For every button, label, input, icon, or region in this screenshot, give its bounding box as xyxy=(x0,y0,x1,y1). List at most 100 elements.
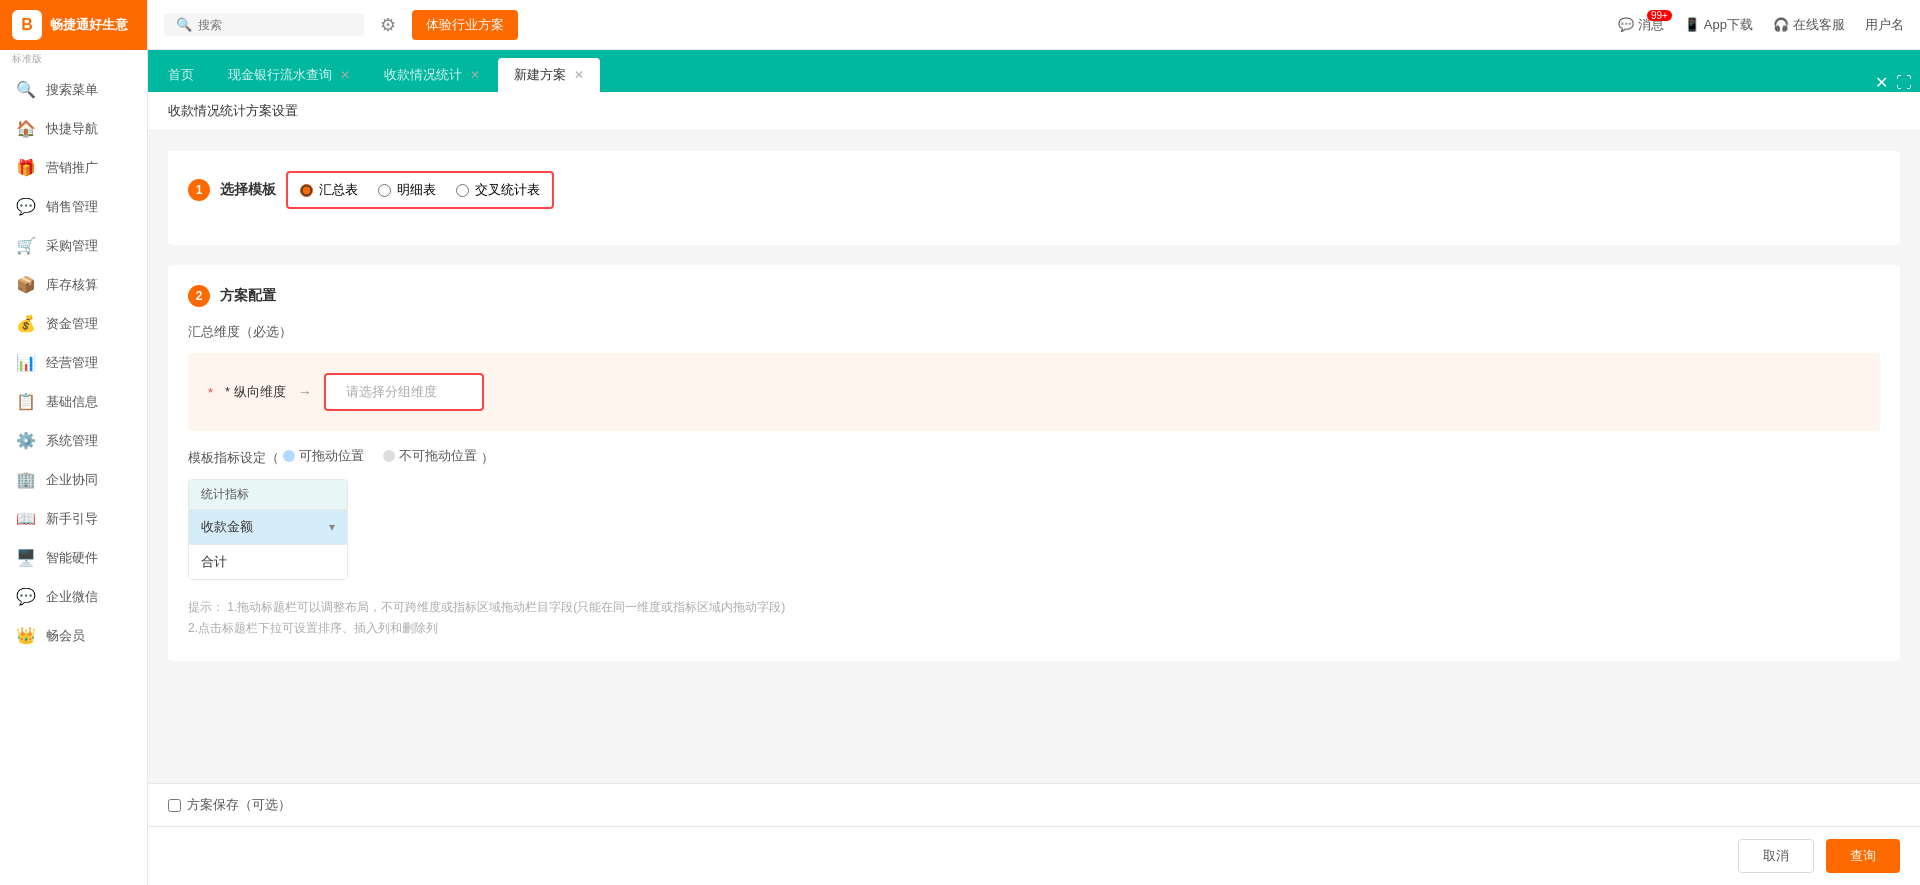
metrics-total: 合计 xyxy=(189,545,347,579)
message-badge: 99+ xyxy=(1647,10,1672,21)
search-input[interactable] xyxy=(198,18,338,32)
search-icon: 🔍 xyxy=(176,17,192,32)
metrics-label: 模板指标设定（ 可拖动位置 不可拖动位置 ） xyxy=(188,447,1880,467)
step2-card: 2 方案配置 汇总维度（必选） * * 纵向维度 → 请选择分组维度 xyxy=(168,265,1900,661)
template-options: 汇总表 明细表 交叉统计表 xyxy=(286,171,554,209)
sidebar-item-purchase[interactable]: 🛒 采购管理 xyxy=(0,226,147,265)
page-header: 收款情况统计方案设置 xyxy=(148,92,1920,131)
save-option[interactable]: 方案保存（可选） xyxy=(168,796,291,814)
crown-icon: 👑 xyxy=(16,626,36,645)
radio-cross[interactable]: 交叉统计表 xyxy=(456,181,540,199)
tab-collection[interactable]: 收款情况统计 ✕ xyxy=(368,58,496,92)
settings-icon[interactable]: ⚙ xyxy=(380,14,396,36)
non-draggable-legend: 不可拖动位置 xyxy=(383,447,477,465)
sidebar-item-basics[interactable]: 📋 基础信息 xyxy=(0,382,147,421)
tab-home[interactable]: 首页 xyxy=(152,58,210,92)
message-badge-wrap[interactable]: 💬 消息 99+ xyxy=(1618,16,1664,34)
sidebar-item-marketing[interactable]: 🎁 营销推广 xyxy=(0,148,147,187)
step2-num: 2 xyxy=(188,285,210,307)
radio-summary-label: 汇总表 xyxy=(319,181,358,199)
sidebar-item-weixin[interactable]: 💬 企业微信 xyxy=(0,577,147,616)
search-icon: 🔍 xyxy=(16,80,36,99)
book-icon: 📖 xyxy=(16,509,36,528)
dimension-placeholder: 请选择分组维度 xyxy=(346,384,437,399)
app-download-label: App下载 xyxy=(1704,16,1753,34)
tab-collection-close-icon[interactable]: ✕ xyxy=(470,68,480,82)
sidebar-item-search[interactable]: 🔍 搜索菜单 xyxy=(0,70,147,109)
app-download-wrap[interactable]: 📱 App下载 xyxy=(1684,16,1753,34)
monitor-icon: 🖥️ xyxy=(16,548,36,567)
tab-bank-close-icon[interactable]: ✕ xyxy=(340,68,350,82)
sidebar-item-label: 营销推广 xyxy=(46,159,98,177)
box-icon: 📦 xyxy=(16,275,36,294)
close-window-icon[interactable]: ✕ xyxy=(1875,73,1888,92)
step2-header: 2 方案配置 xyxy=(188,285,1880,307)
sidebar-item-hardware[interactable]: 🖥️ 智能硬件 xyxy=(0,538,147,577)
sidebar-item-label: 库存核算 xyxy=(46,276,98,294)
cell-label: 收款金额 xyxy=(201,518,253,536)
dimension-selector[interactable]: 请选择分组维度 xyxy=(324,373,484,411)
cancel-button[interactable]: 取消 xyxy=(1738,839,1814,873)
tab-bank[interactable]: 现金银行流水查询 ✕ xyxy=(212,58,366,92)
industry-button[interactable]: 体验行业方案 xyxy=(412,10,518,40)
save-checkbox[interactable] xyxy=(168,799,181,812)
sidebar-item-operations[interactable]: 📊 经营管理 xyxy=(0,343,147,382)
sidebar-item-member[interactable]: 👑 畅会员 xyxy=(0,616,147,655)
chat-icon: 💬 xyxy=(16,197,36,216)
step1-header: 1 选择模板 汇总表 明细表 交叉统计表 xyxy=(188,171,1880,209)
tab-home-label: 首页 xyxy=(168,66,194,84)
tab-new-plan[interactable]: 新建方案 ✕ xyxy=(498,58,600,92)
step1-title: 选择模板 xyxy=(220,181,276,199)
sidebar-item-system[interactable]: ⚙️ 系统管理 xyxy=(0,421,147,460)
cart-icon: 🛒 xyxy=(16,236,36,255)
logo-text: 畅捷通好生意 xyxy=(50,16,128,34)
tab-collection-label: 收款情况统计 xyxy=(384,66,462,84)
maximize-icon[interactable]: ⛶ xyxy=(1896,74,1912,92)
building-icon: 🏢 xyxy=(16,470,36,489)
sidebar-item-inventory[interactable]: 📦 库存核算 xyxy=(0,265,147,304)
page-title: 收款情况统计方案设置 xyxy=(168,103,298,118)
draggable-legend: 可拖动位置 xyxy=(283,447,364,465)
sidebar-item-enterprise[interactable]: 🏢 企业协同 xyxy=(0,460,147,499)
logo-icon: B xyxy=(12,10,42,40)
gift-icon: 🎁 xyxy=(16,158,36,177)
home-icon: 🏠 xyxy=(16,119,36,138)
tab-new-plan-close-icon[interactable]: ✕ xyxy=(574,68,584,82)
metrics-table: 统计指标 收款金额 ▾ 合计 xyxy=(188,479,348,580)
radio-detail[interactable]: 明细表 xyxy=(378,181,436,199)
sidebar-logo: B 畅捷通好生意 xyxy=(0,0,147,50)
required-asterisk: * xyxy=(208,385,213,400)
wechat-icon: 💬 xyxy=(16,587,36,606)
mobile-icon: 📱 xyxy=(1684,17,1700,32)
sidebar-badge: 标准版 xyxy=(0,52,147,70)
list-icon: 📋 xyxy=(16,392,36,411)
sidebar-item-finance[interactable]: 💰 资金管理 xyxy=(0,304,147,343)
sidebar-item-quicknav[interactable]: 🏠 快捷导航 xyxy=(0,109,147,148)
tips-area: 提示： 1.拖动标题栏可以调整布局，不可跨维度或指标区域拖动栏目字段(只能在同一… xyxy=(188,599,1880,637)
sidebar-item-newbie[interactable]: 📖 新手引导 xyxy=(0,499,147,538)
query-button[interactable]: 查询 xyxy=(1826,839,1900,873)
sidebar-item-label: 企业微信 xyxy=(46,588,98,606)
gear-icon: ⚙️ xyxy=(16,431,36,450)
save-label: 方案保存（可选） xyxy=(187,796,291,814)
radio-summary[interactable]: 汇总表 xyxy=(300,181,358,199)
chevron-down-icon[interactable]: ▾ xyxy=(329,520,335,534)
radio-summary-input[interactable] xyxy=(300,184,313,197)
sidebar-item-label: 采购管理 xyxy=(46,237,98,255)
topbar: 🔍 ⚙ 体验行业方案 💬 消息 99+ 📱 App下载 🎧 在线客服 用户名 xyxy=(148,0,1920,50)
search-box[interactable]: 🔍 xyxy=(164,13,364,36)
dimension-label: 汇总维度（必选） xyxy=(188,323,1880,341)
sidebar-item-label: 销售管理 xyxy=(46,198,98,216)
radio-detail-input[interactable] xyxy=(378,184,391,197)
tab-new-plan-label: 新建方案 xyxy=(514,66,566,84)
sidebar-item-label: 资金管理 xyxy=(46,315,98,333)
main-area: 🔍 ⚙ 体验行业方案 💬 消息 99+ 📱 App下载 🎧 在线客服 用户名 首… xyxy=(148,0,1920,885)
online-service-wrap[interactable]: 🎧 在线客服 xyxy=(1773,16,1845,34)
metrics-cell-amount[interactable]: 收款金额 ▾ xyxy=(189,510,347,545)
sidebar-item-label: 系统管理 xyxy=(46,432,98,450)
vertical-dim-label: * 纵向维度 xyxy=(225,383,286,401)
sidebar-item-sales[interactable]: 💬 销售管理 xyxy=(0,187,147,226)
radio-cross-input[interactable] xyxy=(456,184,469,197)
step1-num: 1 xyxy=(188,179,210,201)
tabs-actions: ✕ ⛶ xyxy=(1875,73,1920,92)
